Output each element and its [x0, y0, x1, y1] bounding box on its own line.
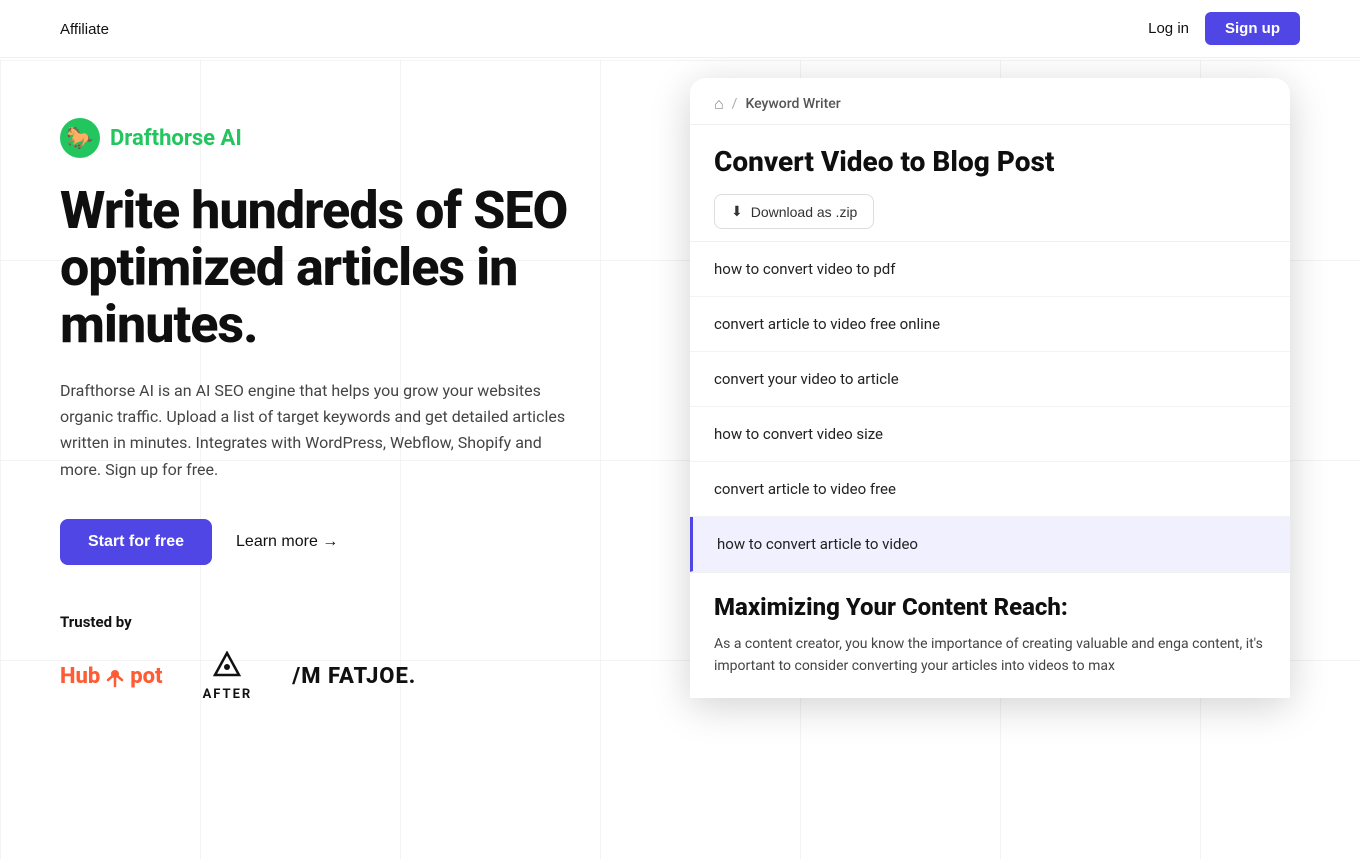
hubspot-text: Hub	[60, 664, 100, 689]
hubspot-text2: pot	[130, 664, 162, 689]
home-icon: ⌂	[714, 94, 724, 114]
keyword-list: how to convert video to pdf convert arti…	[690, 241, 1290, 572]
keyword-item[interactable]: convert article to video free online	[690, 297, 1290, 352]
breadcrumb-current: Keyword Writer	[745, 96, 840, 112]
trusted-label: Trusted by	[60, 613, 620, 631]
keyword-text: convert article to video free online	[714, 315, 940, 333]
fatjoe-text: /M FATJOE.	[292, 664, 416, 689]
download-bar: ⬇ Download as .zip	[690, 194, 1290, 241]
breadcrumb: ⌂ / Keyword Writer	[690, 78, 1290, 125]
article-preview: Maximizing Your Content Reach: As a cont…	[690, 572, 1290, 698]
hubspot-logo: Hub pot	[60, 664, 163, 689]
keyword-item-highlighted[interactable]: how to convert article to video	[690, 517, 1290, 572]
fatjoe-logo: /M FATJOE.	[292, 664, 416, 689]
keyword-text: how to convert video to pdf	[714, 260, 895, 278]
keyword-text: convert article to video free	[714, 480, 896, 498]
keyword-item[interactable]: how to convert video to pdf	[690, 242, 1290, 297]
after-logo: AFTER	[203, 651, 253, 702]
keyword-item[interactable]: convert your video to article	[690, 352, 1290, 407]
cta-row: Start for free Learn more →	[60, 519, 620, 565]
after-text: AFTER	[203, 687, 253, 702]
keyword-text: how to convert article to video	[717, 535, 918, 553]
keyword-text: convert your video to article	[714, 370, 899, 388]
left-panel: 🐎 Drafthorse AI Write hundreds of SEO op…	[0, 58, 680, 855]
logo-row: 🐎 Drafthorse AI	[60, 118, 620, 158]
logo-text: Drafthorse AI	[110, 126, 242, 151]
main-content: 🐎 Drafthorse AI Write hundreds of SEO op…	[0, 58, 1360, 855]
keyword-item[interactable]: convert article to video free	[690, 462, 1290, 517]
keyword-item[interactable]: how to convert video size	[690, 407, 1290, 462]
right-panel: ⌂ / Keyword Writer Convert Video to Blog…	[680, 58, 1360, 855]
app-page-title: Convert Video to Blog Post	[690, 125, 1290, 194]
horse-emoji: 🐎	[66, 126, 93, 151]
keyword-text: how to convert video size	[714, 425, 883, 443]
header-affiliate: Affiliate	[60, 19, 109, 38]
header: Affiliate Log in Sign up	[0, 0, 1360, 58]
trusted-logos: Hub pot	[60, 651, 620, 702]
header-nav: Log in Sign up	[1148, 12, 1300, 45]
hero-subtext: Drafthorse AI is an AI SEO engine that h…	[60, 378, 580, 484]
download-icon: ⬇	[731, 203, 743, 220]
login-button[interactable]: Log in	[1148, 20, 1189, 37]
article-preview-body: As a content creator, you know the impor…	[714, 633, 1266, 678]
breadcrumb-separator: /	[732, 96, 738, 112]
hubspot-dot-container	[104, 666, 126, 688]
affiliate-link[interactable]: Affiliate	[60, 21, 109, 38]
after-svg-icon	[213, 651, 241, 679]
hubspot-icon	[104, 666, 126, 688]
hero-headline: Write hundreds of SEO optimized articles…	[60, 182, 620, 354]
trusted-section: Trusted by Hub pot	[60, 613, 620, 702]
signup-button[interactable]: Sign up	[1205, 12, 1300, 45]
after-icon	[213, 651, 241, 685]
download-label: Download as .zip	[751, 204, 858, 220]
learn-more-button[interactable]: Learn more →	[236, 533, 338, 551]
download-zip-button[interactable]: ⬇ Download as .zip	[714, 194, 874, 229]
app-window: ⌂ / Keyword Writer Convert Video to Blog…	[690, 78, 1290, 698]
start-for-free-button[interactable]: Start for free	[60, 519, 212, 565]
logo-icon: 🐎	[60, 118, 100, 158]
article-preview-title: Maximizing Your Content Reach:	[714, 593, 1266, 621]
